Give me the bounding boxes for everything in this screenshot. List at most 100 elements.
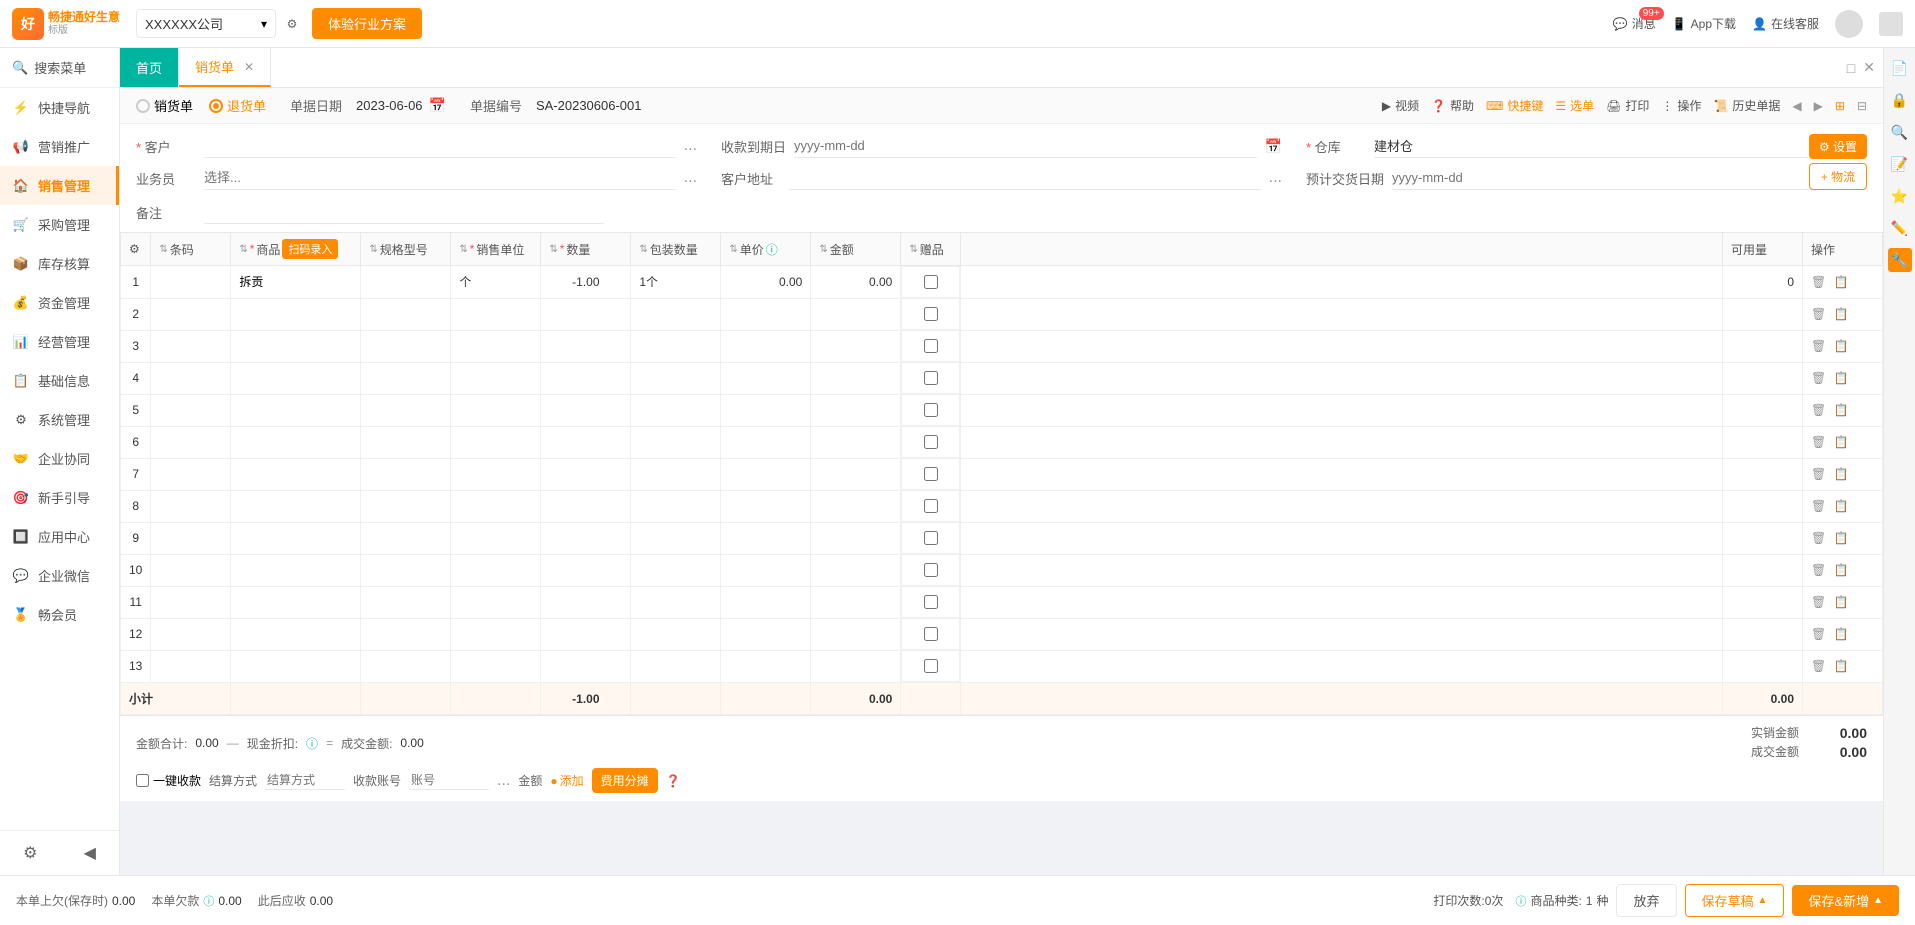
cell-barcode[interactable] [151,554,231,586]
product-input[interactable] [239,467,352,481]
sidebar-item-sales[interactable]: 🏠 销售管理 [0,166,119,205]
sidebar-item-quick-nav[interactable]: ⚡ 快捷导航 [0,88,119,127]
cell-spec[interactable] [361,554,451,586]
prev-icon[interactable]: ◀ [1792,99,1801,113]
gift-checkbox[interactable] [924,467,938,481]
cell-product[interactable] [231,554,361,586]
gift-checkbox[interactable] [924,307,938,321]
product-input[interactable] [239,659,352,673]
barcode-input[interactable] [159,307,222,321]
copy-row-icon[interactable]: 📋 [1834,371,1849,385]
right-panel-orange-icon[interactable]: 🔧 [1888,248,1912,272]
settings-bottom-icon[interactable]: ⚙ [23,843,37,863]
copy-row-icon[interactable]: 📋 [1834,563,1849,577]
list-view-icon[interactable]: ⊟ [1857,99,1867,113]
calendar-icon[interactable]: 📅 [429,97,446,114]
gift-checkbox[interactable] [924,531,938,545]
barcode-input[interactable] [159,339,222,353]
one-click-pay-checkbox[interactable] [136,774,149,787]
app-download-action[interactable]: 📱 App下载 [1672,15,1736,32]
spec-input[interactable] [369,275,442,289]
delete-row-icon[interactable]: 🗑 [1811,435,1826,449]
cell-barcode[interactable] [151,586,231,618]
sidebar-item-operation[interactable]: 📊 经营管理 [0,322,119,361]
th-price-sort[interactable]: ⇅ [729,244,737,255]
cell-spec[interactable] [361,618,451,650]
delete-row-icon[interactable]: 🗑 [1811,339,1826,353]
grid-view-icon[interactable]: ⊞ [1835,99,1845,113]
spec-input[interactable] [369,467,442,481]
cell-product[interactable] [231,426,361,458]
select-btn[interactable]: ☰ 选单 [1555,97,1594,114]
cell-barcode[interactable] [151,650,231,683]
cell-product[interactable] [231,266,361,299]
delete-row-icon[interactable]: 🗑 [1811,531,1826,545]
product-input[interactable] [239,275,352,289]
product-input[interactable] [239,371,352,385]
history-btn[interactable]: 📜 历史单据 [1713,97,1780,114]
sidebar-item-enterprise[interactable]: 🤝 企业协同 [0,439,119,478]
right-panel-lock-icon[interactable]: 🔒 [1888,88,1912,112]
barcode-input[interactable] [159,595,222,609]
user-menu-icon[interactable] [1879,12,1903,36]
cell-product[interactable] [231,394,361,426]
cell-gift[interactable] [901,522,960,554]
barcode-input[interactable] [159,627,222,641]
cell-spec[interactable] [361,266,451,299]
copy-row-icon[interactable]: 📋 [1834,595,1849,609]
cell-barcode[interactable] [151,394,231,426]
logistics-button[interactable]: + 物流 [1809,163,1867,190]
th-product-sort[interactable]: ⇅ [239,244,247,255]
spec-input[interactable] [369,531,442,545]
cell-product[interactable] [231,458,361,490]
payment-due-input[interactable] [794,134,1257,158]
warehouse-input[interactable] [1374,134,1846,158]
online-service-action[interactable]: 👤 在线客服 [1752,15,1819,32]
cell-gift[interactable] [901,426,960,458]
th-barcode-sort[interactable]: ⇅ [159,244,167,255]
th-pack-sort[interactable]: ⇅ [639,244,647,255]
salesperson-ellipsis[interactable]: ... [684,169,697,187]
th-settings-icon[interactable]: ⚙ [129,242,140,256]
right-panel-search-icon[interactable]: 🔍 [1888,120,1912,144]
single-debt-info-icon[interactable]: ⓘ [203,893,214,909]
cell-barcode[interactable] [151,298,231,330]
copy-row-icon[interactable]: 📋 [1834,435,1849,449]
cell-spec[interactable] [361,522,451,554]
spec-input[interactable] [369,403,442,417]
customer-input[interactable] [204,134,676,158]
delete-row-icon[interactable]: 🗑 [1811,467,1826,481]
barcode-input[interactable] [159,467,222,481]
sidebar-item-wechat[interactable]: 💬 企业微信 [0,556,119,595]
sidebar-item-marketing[interactable]: 📢 营销推广 [0,127,119,166]
th-spec-sort[interactable]: ⇅ [369,244,377,255]
sidebar-item-finance[interactable]: 💰 资金管理 [0,283,119,322]
barcode-input[interactable] [159,275,222,289]
right-panel-note-icon[interactable]: 📝 [1888,152,1912,176]
barcode-input[interactable] [159,435,222,449]
cell-product[interactable] [231,522,361,554]
customer-address-input[interactable] [789,166,1261,190]
spec-input[interactable] [369,595,442,609]
copy-row-icon[interactable]: 📋 [1834,403,1849,417]
tab-close-icon[interactable]: ✕ [244,60,254,74]
gift-checkbox[interactable] [924,563,938,577]
copy-row-icon[interactable]: 📋 [1834,307,1849,321]
th-gift-sort[interactable]: ⇅ [909,244,917,255]
cell-gift[interactable] [901,266,960,298]
delete-row-icon[interactable]: 🗑 [1811,403,1826,417]
cell-product[interactable] [231,650,361,683]
cell-product[interactable] [231,330,361,362]
payment-calendar-icon[interactable]: 📅 [1265,138,1282,155]
cell-barcode[interactable] [151,458,231,490]
delete-row-icon[interactable]: 🗑 [1811,275,1826,289]
cell-gift[interactable] [901,330,960,362]
company-selector[interactable]: XXXXXX公司 ▾ [136,9,276,38]
operation-btn[interactable]: ⋮ 操作 [1661,97,1701,114]
cell-product[interactable] [231,298,361,330]
right-panel-doc-icon[interactable]: 📄 [1888,56,1912,80]
barcode-input[interactable] [159,499,222,513]
account-input[interactable] [409,771,489,790]
cell-spec[interactable] [361,490,451,522]
cell-gift[interactable] [901,458,960,490]
